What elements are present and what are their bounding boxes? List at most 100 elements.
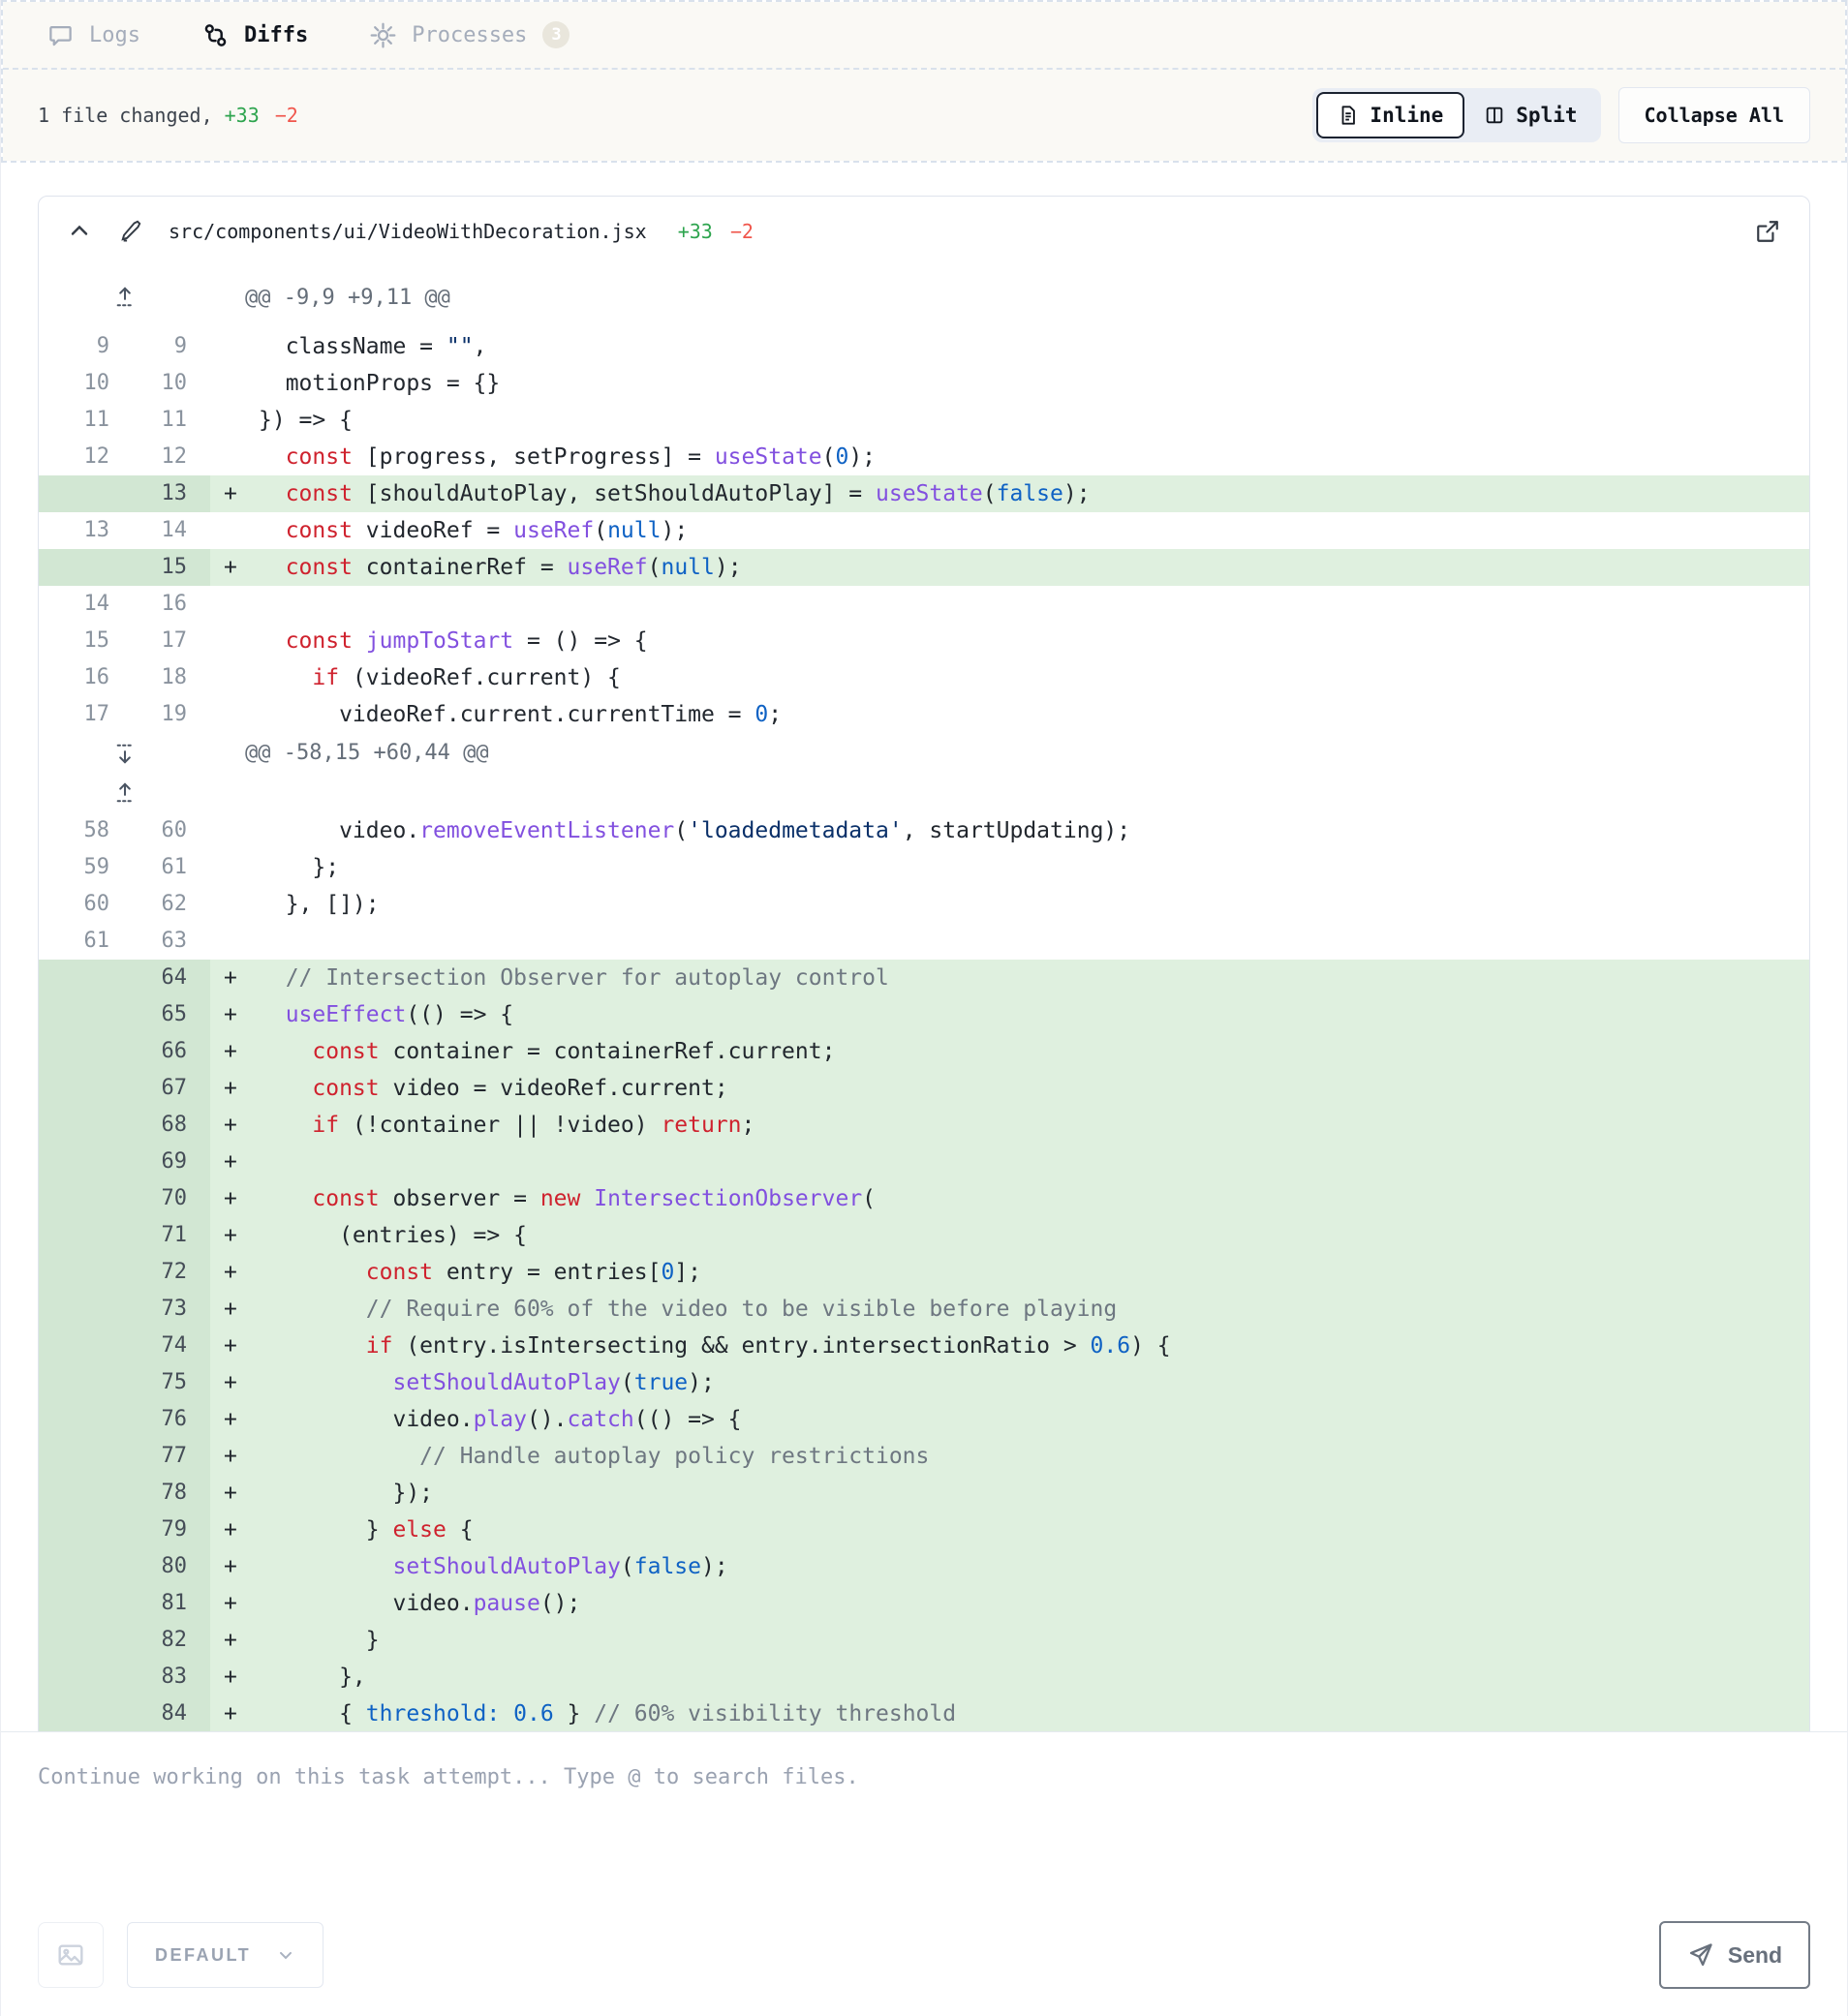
old-line-number xyxy=(39,1328,121,1364)
add-marker xyxy=(210,512,259,549)
old-line-number xyxy=(39,1291,121,1328)
old-line-number xyxy=(39,1144,121,1180)
hunk-header: @@ -58,15 +60,44 @@ xyxy=(39,733,1809,812)
new-line-number: 17 xyxy=(161,628,188,653)
inline-view-button[interactable]: Inline xyxy=(1316,92,1465,138)
code-line: (entries) => { xyxy=(259,1223,527,1248)
diff-row-added: 83 + }, xyxy=(39,1659,1809,1695)
processes-count-badge: 3 xyxy=(542,21,570,48)
hunk-header: @@ -9,9 +9,11 @@ xyxy=(39,266,1809,328)
old-line-number xyxy=(39,996,121,1033)
add-marker: + xyxy=(224,1481,237,1506)
tab-logs[interactable]: Logs xyxy=(47,22,140,48)
new-line-number: 64 xyxy=(121,960,210,996)
code-line: if (videoRef.current) { xyxy=(312,665,621,690)
split-view-button[interactable]: Split xyxy=(1464,92,1596,138)
diff-row-added: 13 + const [shouldAutoPlay, setShouldAuto… xyxy=(39,475,1809,512)
deletions-count: −2 xyxy=(274,104,298,127)
add-marker: + xyxy=(224,1628,237,1653)
new-line-number: 65 xyxy=(121,996,210,1033)
file-deletions: −2 xyxy=(729,220,754,243)
add-marker: + xyxy=(224,1444,237,1469)
new-line-number: 76 xyxy=(121,1401,210,1438)
old-line-number: 17 xyxy=(83,702,110,726)
add-marker: + xyxy=(224,1149,237,1175)
add-marker: + xyxy=(224,965,237,991)
tab-logs-label: Logs xyxy=(89,22,140,47)
diff-row: 59 61 }; xyxy=(39,849,1809,886)
collapse-all-button[interactable]: Collapse All xyxy=(1617,87,1810,143)
new-line-number: 13 xyxy=(121,475,210,512)
old-line-number xyxy=(39,1107,121,1144)
git-compare-icon xyxy=(204,23,227,46)
new-line-number: 15 xyxy=(121,549,210,586)
add-marker: + xyxy=(224,1407,237,1432)
composer-input[interactable]: Continue working on this task attempt...… xyxy=(38,1765,1810,1789)
add-marker: + xyxy=(224,1260,237,1285)
add-marker: + xyxy=(224,1591,237,1616)
top-panel: Logs Diffs Processes 3 1 file changed, +… xyxy=(1,0,1847,163)
code-line: // Intersection Observer for autoplay co… xyxy=(259,965,889,991)
profile-select[interactable]: DEFAULT xyxy=(127,1922,324,1988)
diff-row: 11 11}) => { xyxy=(39,402,1809,439)
diff-summary-bar: 1 file changed, +33 −2 Inline Split Coll… xyxy=(3,70,1845,161)
composer: Continue working on this task attempt...… xyxy=(1,1731,1847,2016)
code-line: }; xyxy=(259,855,340,880)
code-line: video.removeEventListener('loadedmetadat… xyxy=(259,818,1131,843)
code-line: { threshold: 0.6 } // 60% visibility thr… xyxy=(259,1701,957,1726)
diff-row: 15 17 const jumpToStart = () => { xyxy=(39,623,1809,659)
old-line-number xyxy=(39,1475,121,1512)
send-button[interactable]: Send xyxy=(1659,1921,1810,1989)
new-line-number: 83 xyxy=(121,1659,210,1695)
code-line: videoRef.current.currentTime = 0; xyxy=(259,702,783,727)
diff-content: @@ -9,9 +9,11 @@ 9 9 className = "", 10 10 m… xyxy=(39,266,1809,1731)
attach-image-button[interactable] xyxy=(38,1922,104,1988)
add-marker: + xyxy=(224,1297,237,1322)
new-line-number: 82 xyxy=(121,1622,210,1659)
code-line: const entry = entries[0]; xyxy=(365,1260,701,1285)
tab-diffs[interactable]: Diffs xyxy=(202,22,308,48)
old-line-number xyxy=(39,1401,121,1438)
expand-up-icon[interactable] xyxy=(114,285,136,310)
diff-row: 12 12 const [progress, setProgress] = use… xyxy=(39,439,1809,475)
diff-file-card: src/components/ui/VideoWithDecoration.js… xyxy=(38,196,1810,1731)
code-line: if (entry.isIntersecting && entry.inters… xyxy=(365,1333,1171,1359)
code-line: const container = containerRef.current; xyxy=(312,1039,836,1064)
code-line: }, []); xyxy=(259,892,380,917)
tab-processes-label: Processes xyxy=(412,22,528,47)
add-marker: + xyxy=(224,1039,237,1064)
add-marker xyxy=(210,923,259,960)
new-line-number: 79 xyxy=(121,1512,210,1548)
file-header: src/components/ui/VideoWithDecoration.js… xyxy=(39,197,1809,266)
add-marker: + xyxy=(224,1333,237,1359)
pencil-icon xyxy=(121,220,141,242)
code-line: setShouldAutoPlay(false); xyxy=(392,1554,728,1579)
add-marker xyxy=(210,402,259,439)
add-marker xyxy=(210,328,259,365)
diff-row-added: 68 + if (!container || !video) return; xyxy=(39,1107,1809,1144)
tab-processes[interactable]: Processes 3 xyxy=(370,21,570,48)
new-line-number: 11 xyxy=(161,408,188,432)
collapse-file-button[interactable] xyxy=(68,220,91,243)
old-line-number: 14 xyxy=(83,592,110,616)
old-line-number xyxy=(39,1585,121,1622)
profile-select-label: DEFAULT xyxy=(155,1944,252,1965)
old-line-number: 9 xyxy=(96,334,109,358)
new-line-number: 84 xyxy=(121,1695,210,1731)
expand-up-icon[interactable] xyxy=(114,780,136,806)
expand-down-icon[interactable] xyxy=(114,741,136,766)
chevron-down-icon xyxy=(280,1951,293,1960)
old-line-number xyxy=(39,1033,121,1070)
old-line-number: 10 xyxy=(83,371,110,395)
code-line: const [shouldAutoPlay, setShouldAutoPlay… xyxy=(285,481,1091,506)
new-line-number: 60 xyxy=(161,818,188,842)
old-line-number xyxy=(39,1512,121,1548)
code-line: const videoRef = useRef(null); xyxy=(285,518,689,543)
diff-row-added: 72 + const entry = entries[0]; xyxy=(39,1254,1809,1291)
new-line-number: 72 xyxy=(121,1254,210,1291)
add-marker: + xyxy=(224,1223,237,1248)
new-line-number: 73 xyxy=(121,1291,210,1328)
add-marker xyxy=(210,659,259,696)
open-file-button[interactable] xyxy=(1755,219,1780,244)
composer-controls: DEFAULT Send xyxy=(38,1921,1810,1989)
